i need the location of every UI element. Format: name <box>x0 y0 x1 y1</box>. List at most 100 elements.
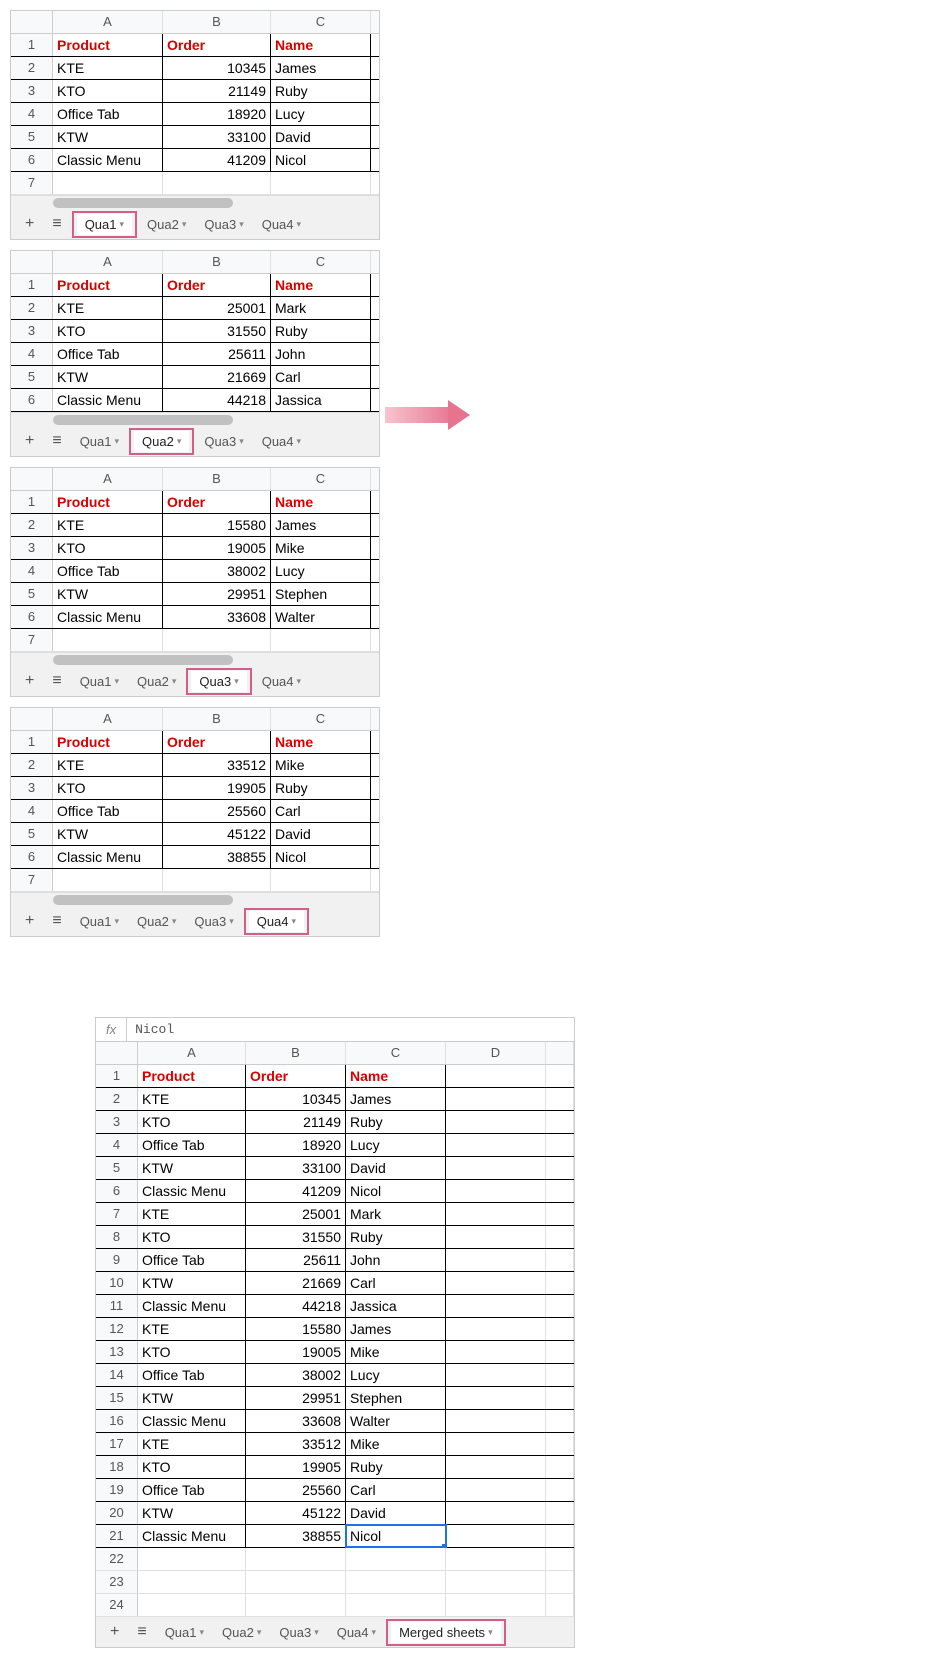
cell-order[interactable]: 33512 <box>246 1433 346 1455</box>
cell-order[interactable]: 21149 <box>163 80 271 102</box>
cell-product[interactable]: Office Tab <box>53 800 163 822</box>
cell-name[interactable]: John <box>346 1249 446 1271</box>
tab-qua2[interactable]: Qua2▾ <box>129 911 184 932</box>
cell-name[interactable]: Mike <box>346 1433 446 1455</box>
cell-order[interactable]: 19005 <box>163 537 271 559</box>
cell-order[interactable]: 33608 <box>246 1410 346 1432</box>
col-header-a[interactable]: A <box>53 251 163 273</box>
row-number[interactable]: 7 <box>96 1203 138 1225</box>
cell-order[interactable]: 25611 <box>246 1249 346 1271</box>
cell-name[interactable]: Mike <box>346 1341 446 1363</box>
row-number[interactable]: 13 <box>96 1341 138 1363</box>
cell-product[interactable]: Classic Menu <box>138 1525 246 1547</box>
col-header-b[interactable]: B <box>246 1042 346 1064</box>
tab-qua2[interactable]: Qua2▾ <box>134 431 189 452</box>
row-number[interactable]: 17 <box>96 1433 138 1455</box>
tab-qua3[interactable]: Qua3▾ <box>196 431 251 452</box>
tab-qua1[interactable]: Qua1▾ <box>72 671 127 692</box>
horizontal-scrollbar[interactable] <box>11 652 379 666</box>
col-header-a[interactable]: A <box>53 708 163 730</box>
cell-name[interactable]: Lucy <box>346 1364 446 1386</box>
col-header-a[interactable]: A <box>138 1042 246 1064</box>
cell-name[interactable]: Stephen <box>271 583 371 605</box>
cell-order[interactable]: 15580 <box>163 514 271 536</box>
row-number[interactable]: 2 <box>11 754 53 776</box>
row-number[interactable]: 1 <box>96 1065 138 1087</box>
cell-order[interactable]: 31550 <box>246 1226 346 1248</box>
all-sheets-button[interactable]: ≡ <box>44 432 69 450</box>
cell-product[interactable]: KTW <box>138 1272 246 1294</box>
add-sheet-button[interactable]: + <box>17 215 42 233</box>
row-number[interactable]: 4 <box>11 560 53 582</box>
cell-order[interactable]: 18920 <box>163 103 271 125</box>
row-number[interactable]: 6 <box>11 606 53 628</box>
cell-product[interactable]: Office Tab <box>138 1249 246 1271</box>
cell-name[interactable]: Walter <box>271 606 371 628</box>
row-number[interactable]: 1 <box>11 491 53 513</box>
row-number[interactable]: 11 <box>96 1295 138 1317</box>
cell-name[interactable]: James <box>271 514 371 536</box>
cell-product[interactable]: KTO <box>138 1111 246 1133</box>
cell-name[interactable]: James <box>346 1088 446 1110</box>
cell-name[interactable]: Carl <box>271 800 371 822</box>
col-header-b[interactable]: B <box>163 251 271 273</box>
tab-qua4[interactable]: Qua4▾ <box>329 1622 384 1643</box>
tab-qua3[interactable]: Qua3▾ <box>191 671 246 692</box>
cell-name[interactable]: Walter <box>346 1410 446 1432</box>
horizontal-scrollbar[interactable] <box>11 412 379 426</box>
tab-qua1[interactable]: Qua1▾ <box>72 911 127 932</box>
cell-order[interactable]: 19905 <box>163 777 271 799</box>
row-number[interactable]: 20 <box>96 1502 138 1524</box>
cell-name[interactable]: Nicol <box>271 149 371 171</box>
cell-order[interactable]: 31550 <box>163 320 271 342</box>
row-number[interactable]: 3 <box>11 537 53 559</box>
cell-name[interactable]: Lucy <box>346 1134 446 1156</box>
row-number[interactable]: 4 <box>11 800 53 822</box>
cell-product[interactable]: KTE <box>138 1088 246 1110</box>
cell-product[interactable]: Classic Menu <box>138 1180 246 1202</box>
cell-product[interactable]: KTE <box>53 297 163 319</box>
cell-name[interactable]: Ruby <box>271 777 371 799</box>
cell-product[interactable]: KTO <box>53 777 163 799</box>
cell-name[interactable]: Ruby <box>346 1226 446 1248</box>
cell-name[interactable]: James <box>271 57 371 79</box>
cell-product[interactable]: KTE <box>138 1203 246 1225</box>
cell-product[interactable]: Office Tab <box>53 103 163 125</box>
tab-qua1[interactable]: Qua1▾ <box>72 431 127 452</box>
row-number[interactable]: 1 <box>11 274 53 296</box>
cell-product[interactable]: Office Tab <box>138 1364 246 1386</box>
cell-order[interactable]: 38002 <box>246 1364 346 1386</box>
tab-qua1[interactable]: Qua1▾ <box>157 1622 212 1643</box>
cell-product[interactable]: KTW <box>138 1387 246 1409</box>
cell-order[interactable]: 33100 <box>163 126 271 148</box>
cell-order[interactable]: 45122 <box>163 823 271 845</box>
cell-product[interactable]: Office Tab <box>53 343 163 365</box>
row-number[interactable]: 12 <box>96 1318 138 1340</box>
cell-order[interactable]: 15580 <box>246 1318 346 1340</box>
cell-product[interactable]: KTE <box>53 57 163 79</box>
cell-product[interactable]: KTE <box>138 1433 246 1455</box>
cell-name[interactable]: John <box>271 343 371 365</box>
all-sheets-button[interactable]: ≡ <box>44 215 69 233</box>
cell-order[interactable]: 25560 <box>246 1479 346 1501</box>
tab-qua2[interactable]: Qua2▾ <box>139 214 194 235</box>
row-number[interactable]: 6 <box>96 1180 138 1202</box>
row-number[interactable]: 2 <box>11 514 53 536</box>
cell-product[interactable]: KTE <box>53 754 163 776</box>
row-number[interactable]: 2 <box>11 297 53 319</box>
row-number[interactable]: 5 <box>11 126 53 148</box>
col-header-c[interactable]: C <box>271 11 371 33</box>
row-number[interactable]: 2 <box>11 57 53 79</box>
cell-name[interactable]: David <box>271 823 371 845</box>
add-sheet-button[interactable]: + <box>17 432 42 450</box>
cell-order[interactable]: 25001 <box>163 297 271 319</box>
cell-order[interactable]: 25560 <box>163 800 271 822</box>
tab-qua2[interactable]: Qua2▾ <box>214 1622 269 1643</box>
row-number[interactable]: 7 <box>11 869 53 891</box>
cell-name[interactable]: Carl <box>271 366 371 388</box>
cell-order[interactable]: 33100 <box>246 1157 346 1179</box>
row-number[interactable]: 21 <box>96 1525 138 1547</box>
cell-product[interactable]: Classic Menu <box>53 846 163 868</box>
cell-order[interactable]: 29951 <box>246 1387 346 1409</box>
cell-name[interactable]: Lucy <box>271 103 371 125</box>
